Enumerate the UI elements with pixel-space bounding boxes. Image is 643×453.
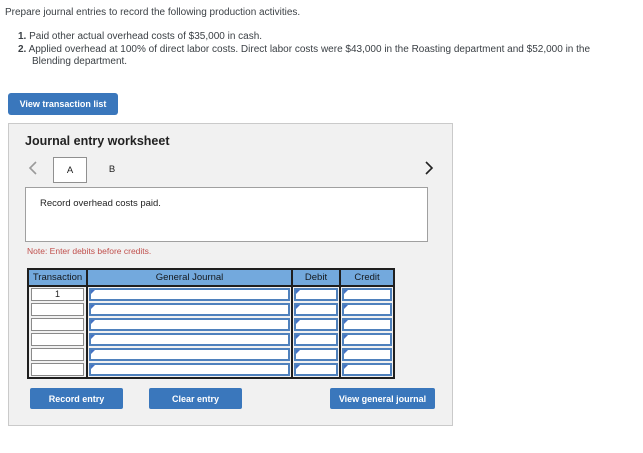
debit-input[interactable] [294, 333, 338, 346]
debit-input[interactable] [294, 348, 338, 361]
table-row-5-transaction-cell [29, 347, 88, 362]
debit-input[interactable] [294, 318, 338, 331]
column-header-debit: Debit [293, 270, 341, 287]
list-item-text: Paid other actual overhead costs of $35,… [29, 31, 263, 42]
column-header-credit: Credit [341, 270, 393, 287]
credit-input[interactable] [342, 348, 392, 361]
chevron-right-icon[interactable] [423, 160, 435, 176]
list-item: 2. Applied overhead at 100% of direct la… [18, 44, 630, 69]
table-row-2-transaction-cell [29, 302, 88, 317]
transaction-number [31, 318, 84, 331]
table-row-1-credit-cell [341, 287, 393, 302]
transaction-number [31, 333, 84, 346]
list-item: 1. Paid other actual overhead costs of $… [18, 31, 630, 44]
credit-input[interactable] [342, 288, 392, 301]
transaction-number [31, 363, 84, 376]
account-title-input[interactable] [89, 318, 290, 331]
journal-entry-table: Transaction General Journal Debit Credit… [27, 268, 395, 379]
list-item-number: 2. [18, 43, 27, 55]
table-row-4-transaction-cell [29, 332, 88, 347]
table-row-4-credit-cell [341, 332, 393, 347]
table-row-2-account-cell [88, 302, 293, 317]
chevron-left-icon[interactable] [27, 160, 39, 176]
account-title-input[interactable] [89, 303, 290, 316]
table-row-3-account-cell [88, 317, 293, 332]
table-row-3-transaction-cell [29, 317, 88, 332]
activity-list: 1. Paid other actual overhead costs of $… [18, 31, 630, 69]
table-row-6-credit-cell [341, 362, 393, 377]
debits-before-credits-note: Note: Enter debits before credits. [27, 246, 152, 256]
tab-b[interactable]: B [97, 157, 127, 183]
debit-input[interactable] [294, 363, 338, 376]
record-entry-button[interactable]: Record entry [30, 388, 123, 409]
column-header-transaction: Transaction [29, 270, 88, 287]
table-row-4-debit-cell [293, 332, 341, 347]
debit-input[interactable] [294, 303, 338, 316]
table-row-4-account-cell [88, 332, 293, 347]
table-row-5-account-cell [88, 347, 293, 362]
credit-input[interactable] [342, 303, 392, 316]
table-row-6-transaction-cell [29, 362, 88, 377]
list-item-number: 1. [18, 31, 27, 42]
list-item-text: Applied overhead at 100% of direct labor… [28, 43, 591, 68]
credit-input[interactable] [342, 333, 392, 346]
journal-entry-worksheet-panel: Journal entry worksheet A B Record overh… [8, 123, 453, 426]
table-row-1-account-cell [88, 287, 293, 302]
credit-input[interactable] [342, 363, 392, 376]
debit-input[interactable] [294, 288, 338, 301]
account-title-input[interactable] [89, 333, 290, 346]
transaction-description: Record overhead costs paid. [40, 198, 161, 209]
table-row-5-debit-cell [293, 347, 341, 362]
page: { "page": { "intro": "Prepare journal en… [0, 0, 643, 453]
table-row-1-debit-cell [293, 287, 341, 302]
table-row-6-debit-cell [293, 362, 341, 377]
account-title-input[interactable] [89, 288, 290, 301]
credit-input[interactable] [342, 318, 392, 331]
account-title-input[interactable] [89, 363, 290, 376]
table-row-5-credit-cell [341, 347, 393, 362]
table-row-2-debit-cell [293, 302, 341, 317]
table-row-2-credit-cell [341, 302, 393, 317]
account-title-input[interactable] [89, 348, 290, 361]
table-row-3-debit-cell [293, 317, 341, 332]
worksheet-title: Journal entry worksheet [25, 134, 170, 148]
transaction-number [31, 348, 84, 361]
clear-entry-button[interactable]: Clear entry [149, 388, 242, 409]
transaction-description-box: Record overhead costs paid. [25, 187, 428, 242]
view-transaction-list-button[interactable]: View transaction list [8, 93, 118, 115]
transaction-number [31, 303, 84, 316]
table-row-3-credit-cell [341, 317, 393, 332]
column-header-general-journal: General Journal [88, 270, 293, 287]
view-general-journal-button[interactable]: View general journal [330, 388, 435, 409]
tab-a[interactable]: A [53, 157, 87, 183]
transaction-number: 1 [31, 288, 84, 301]
instructions-text: Prepare journal entries to record the fo… [5, 7, 301, 18]
table-row-6-account-cell [88, 362, 293, 377]
table-row-1-transaction-cell: 1 [29, 287, 88, 302]
